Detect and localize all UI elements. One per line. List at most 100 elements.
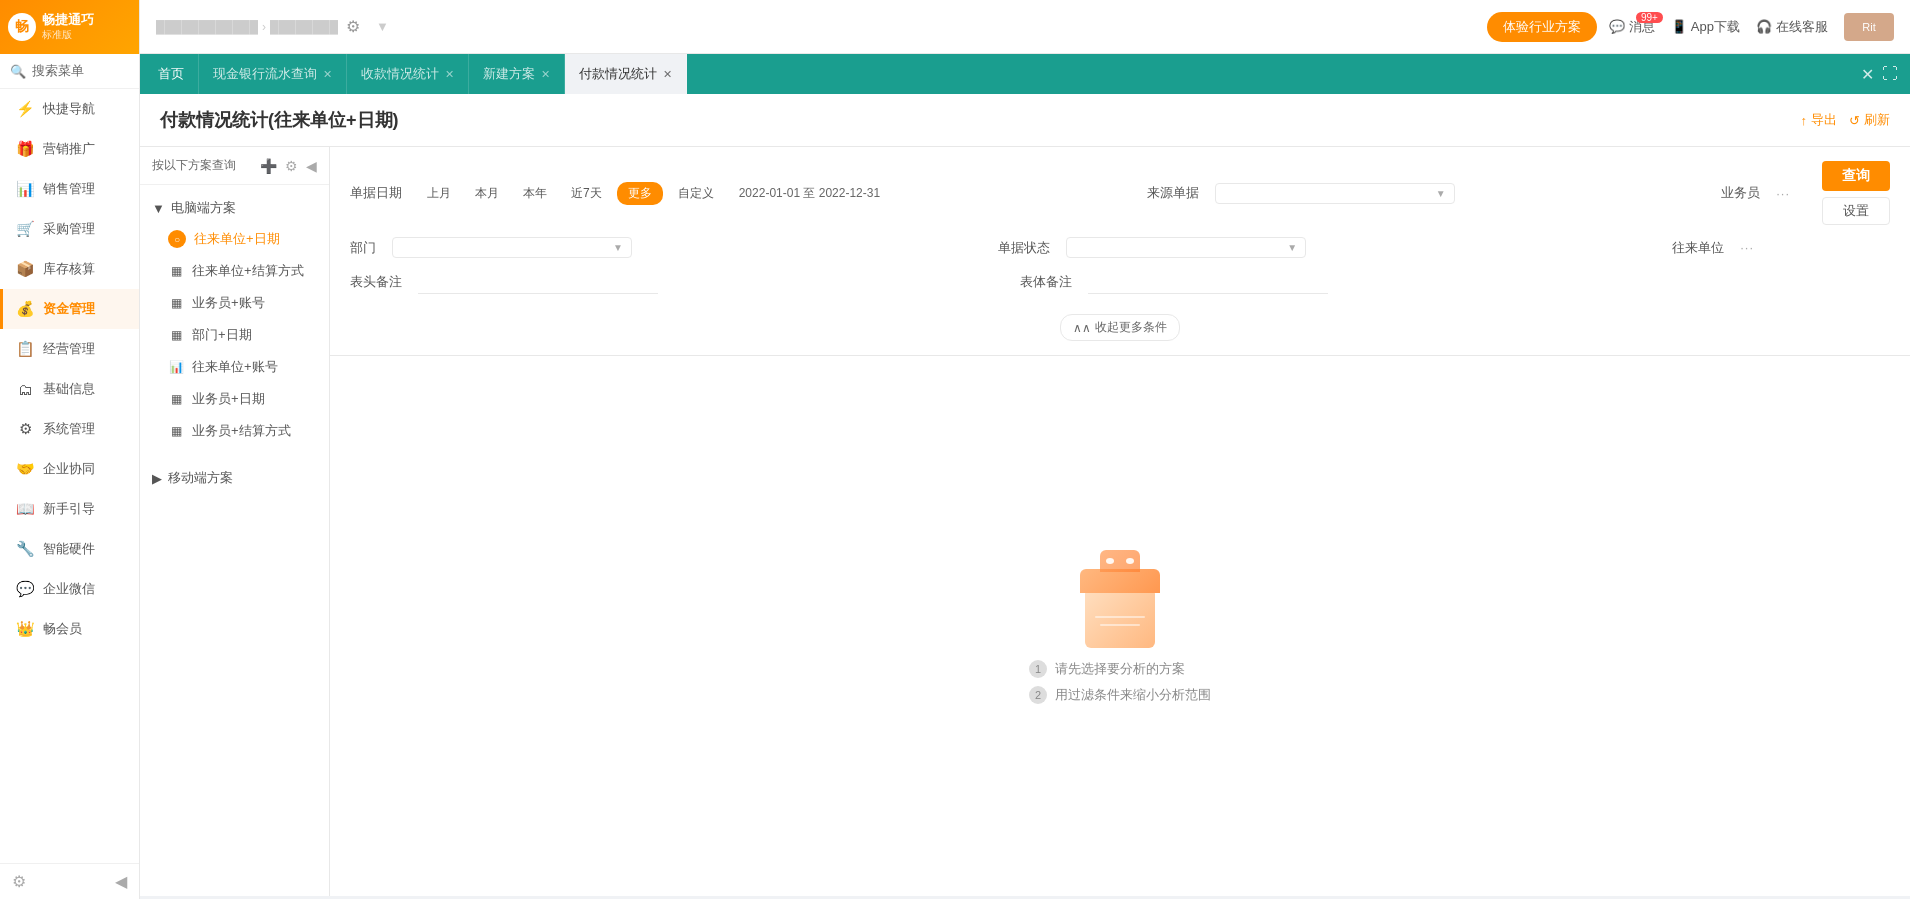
filter-settings-btn[interactable]: 设置 bbox=[1822, 197, 1890, 225]
export-btn[interactable]: ↑ 导出 bbox=[1801, 111, 1838, 129]
header-note-label: 表头备注 bbox=[350, 273, 402, 291]
empty-hints: 1 请先选择要分析的方案 2 用过滤条件来缩小分析范围 bbox=[1029, 660, 1211, 704]
refresh-btn[interactable]: ↺ 刷新 bbox=[1849, 111, 1890, 129]
dept-select[interactable]: ▼ bbox=[392, 237, 632, 258]
page-title: 付款情况统计(往来单位+日期) bbox=[160, 108, 399, 132]
scheme-item-partner-date[interactable]: ○ 往来单位+日期 bbox=[140, 223, 329, 255]
date-btn-last-month[interactable]: 上月 bbox=[418, 182, 460, 205]
sidebar-item-member[interactable]: 👑 畅会员 bbox=[0, 609, 139, 649]
header-note-input[interactable] bbox=[418, 270, 658, 294]
tab-payment-stats[interactable]: 付款情况统计 ✕ bbox=[565, 54, 687, 94]
date-btn-more[interactable]: 更多 bbox=[617, 182, 663, 205]
sidebar-item-marketing[interactable]: 🎁 营销推广 bbox=[0, 129, 139, 169]
scheme-collapse-icon[interactable]: ◀ bbox=[306, 158, 317, 174]
add-scheme-icon[interactable]: ➕ bbox=[260, 158, 277, 174]
sidebar-item-quick-nav[interactable]: ⚡ 快捷导航 bbox=[0, 89, 139, 129]
mobile-scheme-header[interactable]: ▶ 移动端方案 bbox=[140, 463, 329, 493]
sidebar-item-purchase[interactable]: 🛒 采购管理 bbox=[0, 209, 139, 249]
partner-dots[interactable]: ··· bbox=[1740, 240, 1754, 255]
topbar-settings-icon[interactable]: ⚙ bbox=[346, 17, 360, 36]
tab-home[interactable]: 首页 bbox=[144, 54, 199, 94]
sidebar-item-wechat[interactable]: 💬 企业微信 bbox=[0, 569, 139, 609]
footer-settings-icon[interactable]: ⚙ bbox=[12, 872, 26, 891]
desktop-scheme-header[interactable]: ▼ 电脑端方案 bbox=[140, 193, 329, 223]
sales-icon: 📊 bbox=[15, 179, 35, 199]
sidebar-item-capital[interactable]: 💰 资金管理 bbox=[0, 289, 139, 329]
filter-row-1: 单据日期 上月 本月 本年 近7天 更多 自定义 2022-01-01 至 20… bbox=[350, 161, 1890, 225]
date-btn-this-year[interactable]: 本年 bbox=[514, 182, 556, 205]
tab-close-bank-flow[interactable]: ✕ bbox=[323, 68, 332, 81]
breadcrumb: ████████████ › ████████ bbox=[156, 20, 338, 34]
tab-close-receipt-stats[interactable]: ✕ bbox=[445, 68, 454, 81]
tab-new-scheme[interactable]: 新建方案 ✕ bbox=[469, 54, 565, 94]
dept-label: 部门 bbox=[350, 239, 376, 257]
source-voucher-label: 来源单据 bbox=[1147, 184, 1199, 202]
left-panel: 按以下方案查询 ➕ ⚙ ◀ ▼ 电脑端方案 bbox=[140, 147, 330, 896]
desktop-scheme-group: ▼ 电脑端方案 ○ 往来单位+日期 ▦ 往来单位+结算方式 bbox=[140, 185, 329, 455]
topbar: ████████████ › ████████ ⚙ ▼ 体验行业方案 💬 消息 … bbox=[140, 0, 1910, 54]
sidebar-item-system[interactable]: ⚙ 系统管理 bbox=[0, 409, 139, 449]
logo-icon: 畅 bbox=[8, 13, 36, 41]
active-dot: ○ bbox=[168, 230, 186, 248]
body-note-label: 表体备注 bbox=[1020, 273, 1072, 291]
basic-info-icon: 🗂 bbox=[15, 379, 35, 399]
left-panel-icons: ➕ ⚙ ◀ bbox=[260, 158, 317, 174]
sidebar-item-inventory[interactable]: 📦 库存核算 bbox=[0, 249, 139, 289]
sidebar-item-basic-info[interactable]: 🗂 基础信息 bbox=[0, 369, 139, 409]
member-icon: 👑 bbox=[15, 619, 35, 639]
footer-collapse-icon[interactable]: ◀ bbox=[115, 872, 127, 891]
system-icon: ⚙ bbox=[15, 419, 35, 439]
sidebar-item-hardware[interactable]: 🔧 智能硬件 bbox=[0, 529, 139, 569]
topbar-left: ████████████ › ████████ ⚙ ▼ bbox=[156, 17, 1475, 36]
date-buttons: 上月 本月 本年 近7天 更多 自定义 bbox=[418, 182, 723, 205]
body-note-input[interactable] bbox=[1088, 270, 1328, 294]
tab-expand-icon[interactable]: ⛶ bbox=[1882, 65, 1898, 83]
sidebar-item-guide[interactable]: 📖 新手引导 bbox=[0, 489, 139, 529]
filter-row-3: 表头备注 表体备注 bbox=[350, 270, 1890, 294]
search-icon: 🔍 bbox=[10, 64, 26, 79]
message-action[interactable]: 💬 消息 99+ bbox=[1609, 18, 1655, 36]
scheme-icon: ▦ bbox=[168, 391, 184, 407]
collapse-conditions-btn[interactable]: ∧∧ 收起更多条件 bbox=[1060, 314, 1180, 341]
empty-illustration bbox=[1060, 548, 1180, 648]
source-voucher-select[interactable]: ▼ bbox=[1215, 183, 1455, 204]
source-voucher-arrow: ▼ bbox=[1436, 188, 1446, 199]
date-btn-this-month[interactable]: 本月 bbox=[466, 182, 508, 205]
avatar[interactable]: Rit bbox=[1844, 13, 1894, 41]
staff-dots[interactable]: ··· bbox=[1776, 186, 1790, 201]
scheme-item-dept-date[interactable]: ▦ 部门+日期 bbox=[140, 319, 329, 351]
scheme-item-staff-date[interactable]: ▦ 业务员+日期 bbox=[140, 383, 329, 415]
sidebar: 畅 畅捷通巧 标准版 🔍 搜索菜单 ⚡ 快捷导航 🎁 营销推广 📊 销售 bbox=[0, 0, 140, 899]
scheme-icon: ▦ bbox=[168, 295, 184, 311]
tab-close-payment-stats[interactable]: ✕ bbox=[663, 68, 672, 81]
filter-area: 单据日期 上月 本月 本年 近7天 更多 自定义 2022-01-01 至 20… bbox=[330, 147, 1910, 356]
guide-icon: 📖 bbox=[15, 499, 35, 519]
date-btn-custom[interactable]: 自定义 bbox=[669, 182, 723, 205]
scheme-settings-icon[interactable]: ⚙ bbox=[285, 158, 298, 174]
voucher-status-select[interactable]: ▼ bbox=[1066, 237, 1306, 258]
scheme-item-partner-settlement[interactable]: ▦ 往来单位+结算方式 bbox=[140, 255, 329, 287]
scheme-item-staff-settlement[interactable]: ▦ 业务员+结算方式 bbox=[140, 415, 329, 447]
date-btn-last-7days[interactable]: 近7天 bbox=[562, 182, 611, 205]
tabbar-right: ✕ ⛶ bbox=[1853, 54, 1906, 94]
query-btn[interactable]: 查询 bbox=[1822, 161, 1890, 191]
tab-close-all-icon[interactable]: ✕ bbox=[1861, 65, 1874, 84]
scheme-item-partner-account[interactable]: 📊 往来单位+账号 bbox=[140, 351, 329, 383]
tab-receipt-stats[interactable]: 收款情况统计 ✕ bbox=[347, 54, 469, 94]
left-panel-header: 按以下方案查询 ➕ ⚙ ◀ bbox=[140, 147, 329, 185]
trial-btn[interactable]: 体验行业方案 bbox=[1487, 12, 1597, 42]
marketing-icon: 🎁 bbox=[15, 139, 35, 159]
search-menu[interactable]: 🔍 搜索菜单 bbox=[0, 54, 139, 89]
voucher-status-label: 单据状态 bbox=[998, 239, 1050, 257]
sidebar-item-sales[interactable]: 📊 销售管理 bbox=[0, 169, 139, 209]
scheme-item-staff-account[interactable]: ▦ 业务员+账号 bbox=[140, 287, 329, 319]
sidebar-item-operations[interactable]: 📋 经营管理 bbox=[0, 329, 139, 369]
tab-bank-flow[interactable]: 现金银行流水查询 ✕ bbox=[199, 54, 347, 94]
chevron-up-icon: ∧∧ bbox=[1073, 321, 1091, 335]
app-download-action[interactable]: 📱 App下载 bbox=[1671, 18, 1740, 36]
chevron-right-icon: ▶ bbox=[152, 471, 162, 486]
online-service-action[interactable]: 🎧 在线客服 bbox=[1756, 18, 1828, 36]
page-header: 付款情况统计(往来单位+日期) ↑ 导出 ↺ 刷新 bbox=[140, 94, 1910, 147]
tab-close-new-scheme[interactable]: ✕ bbox=[541, 68, 550, 81]
sidebar-item-enterprise[interactable]: 🤝 企业协同 bbox=[0, 449, 139, 489]
